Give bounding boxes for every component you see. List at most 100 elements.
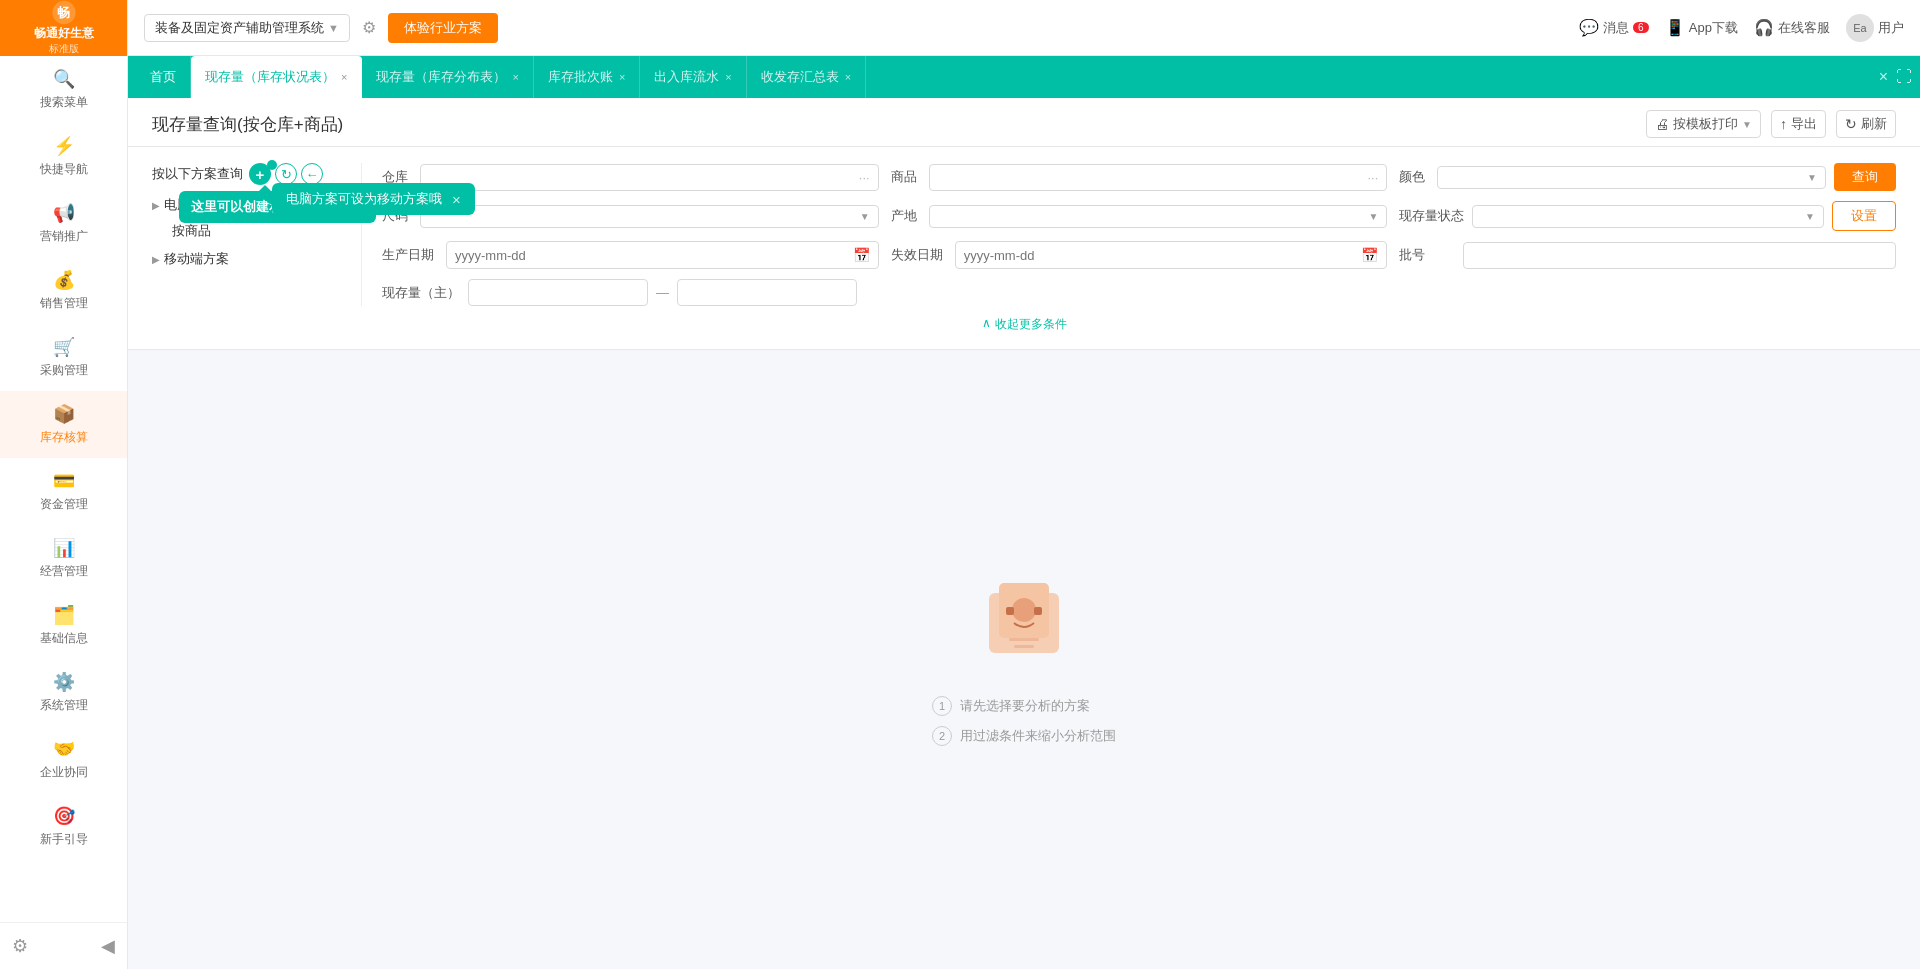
sidebar-item-purchase[interactable]: 🛒 采购管理 xyxy=(0,324,127,391)
tab-close-inventory-dist[interactable]: × xyxy=(512,71,518,83)
filter-panel: 按以下方案查询 + 这里可以创建和修改方案哦 × xyxy=(128,147,1920,350)
sidebar-item-guide[interactable]: 🎯 新手引导 xyxy=(0,793,127,860)
sidebar-item-enterprise[interactable]: 🤝 企业协同 xyxy=(0,726,127,793)
tooltip-desktop-close[interactable]: × xyxy=(452,191,461,208)
tab-batch-account[interactable]: 库存批次账 × xyxy=(534,56,640,98)
sidebar-item-basics[interactable]: 🗂️ 基础信息 xyxy=(0,592,127,659)
empty-icon xyxy=(964,573,1084,673)
stock-qty-to-value[interactable] xyxy=(686,285,848,300)
collapse-btn[interactable]: ∧ 收起更多条件 xyxy=(152,306,1896,333)
sidebar-item-finance[interactable]: 💳 资金管理 xyxy=(0,458,127,525)
size-select[interactable]: ▼ xyxy=(420,205,879,228)
filter-row-4: 现存量（主） — xyxy=(382,279,1896,306)
origin-select[interactable]: ▼ xyxy=(929,205,1388,228)
warehouse-select[interactable]: ··· xyxy=(420,164,879,191)
tab-inventory-dist[interactable]: 现存量（库存分布表） × xyxy=(362,56,533,98)
industry-btn[interactable]: 体验行业方案 xyxy=(388,13,498,43)
calendar-production-icon[interactable]: 📅 xyxy=(853,247,870,263)
gear-icon[interactable]: ⚙ xyxy=(362,18,376,37)
export-label: 导出 xyxy=(1791,115,1817,133)
system-title-select[interactable]: 装备及固定资产辅助管理系统 ▼ xyxy=(144,14,350,42)
app-download-label: App下载 xyxy=(1689,19,1738,37)
tab-bar: 首页 现存量（库存状况表） × 现存量（库存分布表） × 库存批次账 × 出入库… xyxy=(128,56,1920,98)
system-title-text: 装备及固定资产辅助管理系统 xyxy=(155,19,324,37)
batch-value[interactable] xyxy=(1472,248,1887,263)
online-support-btn[interactable]: 🎧 在线客服 xyxy=(1754,18,1830,37)
refresh-scheme-btn[interactable]: ↻ xyxy=(275,163,297,185)
tab-close-inout-flow[interactable]: × xyxy=(725,71,731,83)
tab-close-batch-account[interactable]: × xyxy=(619,71,625,83)
sidebar-item-label: 销售管理 xyxy=(40,295,88,312)
batch-input[interactable] xyxy=(1463,242,1896,269)
mobile-scheme-item[interactable]: ▶ 移动端方案 xyxy=(152,247,345,271)
sidebar-item-label: 系统管理 xyxy=(40,697,88,714)
sidebar-item-marketing[interactable]: 📢 营销推广 xyxy=(0,190,127,257)
tab-close-recv-send[interactable]: × xyxy=(845,71,851,83)
app-logo: 畅 畅通好生意 标准版 xyxy=(0,0,127,56)
sidebar-item-operations[interactable]: 📊 经营管理 xyxy=(0,525,127,592)
app-download-btn[interactable]: 📱 App下载 xyxy=(1665,18,1738,37)
mobile-scheme-label: 移动端方案 xyxy=(164,250,229,268)
filter-row-2: 尺码 ▼ 产地 ▼ xyxy=(382,201,1896,231)
main-area: 装备及固定资产辅助管理系统 ▼ ⚙ 体验行业方案 💬 消息 6 📱 App下载 … xyxy=(128,0,1920,969)
sidebar-item-search[interactable]: 🔍 搜索菜单 xyxy=(0,56,127,123)
expiry-date-input[interactable]: 📅 xyxy=(955,241,1388,269)
app-name: 畅通好生意 xyxy=(34,25,94,42)
tab-inout-flow[interactable]: 出入库流水 × xyxy=(640,56,746,98)
action-btns-right: 查询 xyxy=(1834,163,1896,191)
sidebar-item-label: 基础信息 xyxy=(40,630,88,647)
sidebar: 畅 畅通好生意 标准版 🔍 搜索菜单 ⚡ 快捷导航 📢 营销推广 💰 销售管理 … xyxy=(0,0,128,969)
sidebar-item-system[interactable]: ⚙️ 系统管理 xyxy=(0,659,127,726)
step-1-num: 1 xyxy=(932,696,952,716)
mobile-scheme-row: ▶ 移动端方案 xyxy=(152,247,345,271)
production-date-input[interactable]: 📅 xyxy=(446,241,879,269)
product-field: 商品 ··· xyxy=(891,164,1388,191)
color-select[interactable]: ▼ xyxy=(1437,166,1826,189)
user-btn[interactable]: Ea 用户 xyxy=(1846,14,1904,42)
stock-qty-label: 现存量（主） xyxy=(382,284,460,302)
production-date-value[interactable] xyxy=(455,248,849,263)
stock-status-select[interactable]: ▼ xyxy=(1472,205,1824,228)
origin-label: 产地 xyxy=(891,207,921,225)
settings-icon[interactable]: ⚙ xyxy=(12,935,28,957)
tab-recv-send-label: 收发存汇总表 xyxy=(761,68,839,86)
app-sub: 标准版 xyxy=(49,42,79,56)
product-select[interactable]: ··· xyxy=(929,164,1388,191)
empty-step-1: 1 请先选择要分析的方案 xyxy=(932,696,1116,716)
set-btn[interactable]: 设置 xyxy=(1832,201,1896,231)
stock-qty-from[interactable] xyxy=(468,279,648,306)
message-badge: 6 xyxy=(1633,22,1649,33)
logo-icon: 畅 xyxy=(44,0,84,25)
refresh-btn[interactable]: ↻ 刷新 xyxy=(1836,110,1896,138)
stock-qty-from-value[interactable] xyxy=(477,285,639,300)
back-scheme-btn[interactable]: ← xyxy=(301,163,323,185)
tab-home[interactable]: 首页 xyxy=(136,56,191,98)
tab-close-all-icon[interactable]: × xyxy=(1879,68,1888,86)
tab-maximize-icon[interactable]: ⛶ xyxy=(1896,68,1912,86)
export-btn[interactable]: ↑ 导出 xyxy=(1771,110,1826,138)
sidebar-item-label: 新手引导 xyxy=(40,831,88,848)
calendar-expiry-icon[interactable]: 📅 xyxy=(1361,247,1378,263)
sidebar-item-inventory[interactable]: 📦 库存核算 xyxy=(0,391,127,458)
sidebar-item-sales[interactable]: 💰 销售管理 xyxy=(0,257,127,324)
scheme-section: 按以下方案查询 + 这里可以创建和修改方案哦 × xyxy=(152,163,362,306)
tab-close-inventory-status[interactable]: × xyxy=(341,71,347,83)
sidebar-item-quick-nav[interactable]: ⚡ 快捷导航 xyxy=(0,123,127,190)
search-btn[interactable]: 查询 xyxy=(1834,163,1896,191)
expiry-date-label: 失效日期 xyxy=(891,246,947,264)
step-2-text: 用过滤条件来缩小分析范围 xyxy=(960,727,1116,745)
tab-bar-right: × ⛶ xyxy=(1879,68,1912,86)
print-btn[interactable]: 🖨 按模板打印 ▼ xyxy=(1646,110,1761,138)
user-avatar: Ea xyxy=(1846,14,1874,42)
phone-icon: 📱 xyxy=(1665,18,1685,37)
search-icon: 🔍 xyxy=(53,68,75,90)
messages-btn[interactable]: 💬 消息 6 xyxy=(1579,18,1649,37)
svg-rect-6 xyxy=(1034,607,1042,615)
collapse-sidebar-icon[interactable]: ◀ xyxy=(101,935,115,957)
stock-qty-to[interactable] xyxy=(677,279,857,306)
content-header: 现存量查询(按仓库+商品) 🖨 按模板打印 ▼ ↑ 导出 ↻ 刷新 xyxy=(128,98,1920,147)
tab-recv-send[interactable]: 收发存汇总表 × xyxy=(747,56,866,98)
tab-inventory-status[interactable]: 现存量（库存状况表） × xyxy=(191,56,362,98)
expiry-date-value[interactable] xyxy=(964,248,1358,263)
scheme-header: 按以下方案查询 + 这里可以创建和修改方案哦 × xyxy=(152,163,345,185)
